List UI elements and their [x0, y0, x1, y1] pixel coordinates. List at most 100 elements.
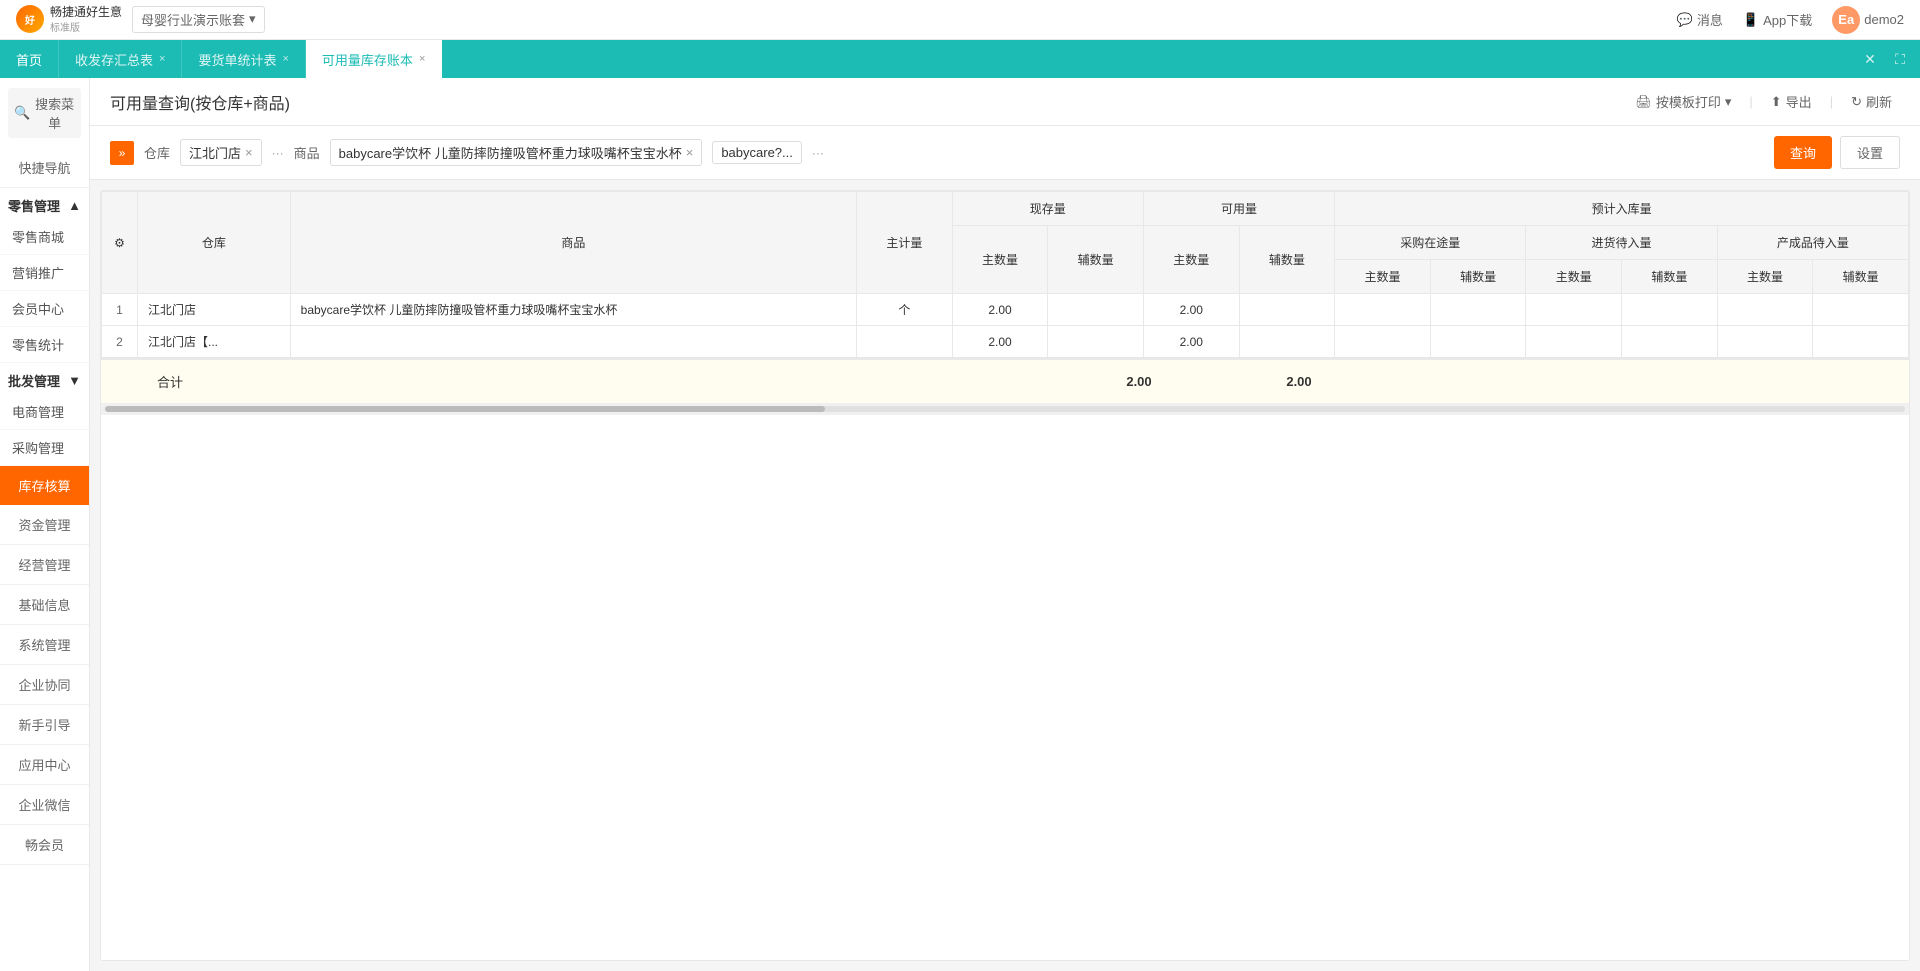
export-icon: ⬆ — [1771, 94, 1782, 110]
product-filter-tag2[interactable]: babycare?... — [712, 141, 802, 164]
row-1-available-main: 2.00 — [1143, 294, 1239, 326]
sidebar-retail-label: 零售管理 — [8, 196, 60, 215]
tab-available-stock-close[interactable]: × — [419, 53, 425, 65]
table-row: 1 江北门店 babycare学饮杯 儿童防摔防撞吸管杯重力球吸嘴杯宝宝水杯 个… — [102, 294, 1909, 326]
purchase-label: 采购管理 — [12, 441, 64, 456]
retail-stats-label: 零售统计 — [12, 338, 64, 353]
basics-label: 基础信息 — [18, 598, 70, 613]
row-1-incoming-aux — [1622, 294, 1718, 326]
warehouse-filter-label: 仓库 — [144, 143, 170, 162]
top-bar-left: 好 畅捷通好生意 标准版 母婴行业演示账套 ▾ — [16, 5, 265, 34]
warehouse-more-icon[interactable]: ··· — [272, 146, 284, 160]
row-2-incoming-main — [1526, 326, 1622, 358]
industry-selector[interactable]: 母婴行业演示账套 ▾ — [132, 6, 265, 33]
footer-finished-main — [1739, 376, 1819, 388]
sidebar-item-marketing[interactable]: 营销推广 — [0, 255, 89, 291]
refresh-icon: ↻ — [1851, 94, 1862, 110]
tab-receive-summary[interactable]: 收发存汇总表 × — [59, 40, 182, 78]
tab-order-stats-close[interactable]: × — [282, 53, 288, 65]
footer-incoming-main — [1579, 376, 1659, 388]
print-chevron-icon: ▾ — [1725, 94, 1732, 110]
sidebar-item-wechat[interactable]: 企业微信 — [0, 785, 89, 825]
sidebar-item-finance[interactable]: 资金管理 — [0, 505, 89, 545]
warehouse-remove-icon[interactable]: × — [245, 145, 253, 160]
retail-mall-label: 零售商城 — [12, 230, 64, 245]
chevron-down-icon: ▼ — [68, 373, 81, 388]
sidebar-item-apps[interactable]: 应用中心 — [0, 745, 89, 785]
row-1-finished-main — [1717, 294, 1813, 326]
sidebar-item-enterprise[interactable]: 企业协同 — [0, 665, 89, 705]
tab-receive-summary-close[interactable]: × — [159, 53, 165, 65]
divider2: | — [1830, 94, 1833, 109]
message-btn[interactable]: 💬 消息 — [1677, 10, 1723, 29]
close-window-icon[interactable]: ✕ — [1858, 47, 1882, 71]
page-header: 可用量查询(按仓库+商品) 🖨 按模板打印 ▾ | ⬆ 导出 | ↻ 刷新 — [90, 78, 1920, 126]
sidebar-item-member[interactable]: 会员中心 — [0, 291, 89, 327]
sidebar-item-guide[interactable]: 新手引导 — [0, 705, 89, 745]
product-tag-value2: babycare?... — [721, 145, 793, 160]
row-2-serial: 2 — [102, 326, 138, 358]
row-2-warehouse: 江北门店【... — [138, 326, 291, 358]
user-area[interactable]: Ea demo2 — [1832, 6, 1904, 34]
fullscreen-icon[interactable]: ⛶ — [1888, 47, 1912, 71]
search-menu-btn[interactable]: 🔍 搜索菜单 — [8, 88, 81, 138]
row-1-incoming-main — [1526, 294, 1622, 326]
system-label: 系统管理 — [18, 638, 70, 653]
row-2-available-aux — [1239, 326, 1335, 358]
query-button[interactable]: 查询 — [1774, 136, 1832, 169]
horizontal-scrollbar[interactable] — [101, 403, 1909, 415]
row-2-finished-aux — [1813, 326, 1909, 358]
logo-text-block: 畅捷通好生意 标准版 — [50, 5, 122, 34]
table-row: 2 江北门店【... 2.00 2.00 — [102, 326, 1909, 358]
wholesale-label: 批发管理 — [8, 371, 60, 390]
export-label: 导出 — [1786, 92, 1812, 111]
setting-button[interactable]: 设置 — [1840, 136, 1900, 169]
sidebar-item-quick-nav[interactable]: 快捷导航 — [0, 148, 89, 188]
th-current-main-qty: 主数量 — [952, 226, 1048, 294]
sidebar-item-basics[interactable]: 基础信息 — [0, 585, 89, 625]
warehouse-filter-tag[interactable]: 江北门店 × — [180, 139, 262, 166]
product-more-icon[interactable]: ··· — [812, 146, 824, 160]
sidebar-item-retail-mall[interactable]: 零售商城 — [0, 219, 89, 255]
footer-available-total: 2.00 — [1259, 368, 1339, 395]
row-1-warehouse: 江北门店 — [138, 294, 291, 326]
th-main-unit: 主计量 — [857, 192, 953, 294]
username: demo2 — [1864, 12, 1904, 27]
tab-order-stats[interactable]: 要货单统计表 × — [182, 40, 305, 78]
apps-label: 应用中心 — [18, 758, 70, 773]
th-incoming-aux: 辅数量 — [1622, 260, 1718, 294]
message-label: 消息 — [1697, 10, 1723, 29]
ecommerce-label: 电商管理 — [12, 405, 64, 420]
th-warehouse: 仓库 — [138, 192, 291, 294]
th-gear[interactable]: ⚙ — [102, 192, 138, 294]
product-tag-value1: babycare学饮杯 儿童防摔防撞吸管杯重力球吸嘴杯宝宝水杯 — [339, 143, 682, 162]
sidebar-item-operations[interactable]: 经营管理 — [0, 545, 89, 585]
expand-filter-btn[interactable]: » — [110, 141, 134, 165]
refresh-btn[interactable]: ↻ 刷新 — [1843, 88, 1900, 115]
row-2-purchase-main — [1335, 326, 1431, 358]
th-incoming: 进货待入量 — [1526, 226, 1717, 260]
footer-finished-aux — [1819, 376, 1899, 388]
app-download-btn[interactable]: 📱 App下载 — [1743, 10, 1812, 29]
product-filter-tag1[interactable]: babycare学饮杯 儿童防摔防撞吸管杯重力球吸嘴杯宝宝水杯 × — [330, 139, 703, 166]
th-current-stock: 现存量 — [952, 192, 1143, 226]
print-btn[interactable]: 🖨 按模板打印 ▾ — [1627, 88, 1739, 115]
sidebar-item-retail-stats[interactable]: 零售统计 — [0, 327, 89, 363]
sidebar-item-system[interactable]: 系统管理 — [0, 625, 89, 665]
sidebar-section-wholesale[interactable]: 批发管理 ▼ — [0, 363, 89, 394]
sidebar-item-inventory[interactable]: 库存核算 — [0, 466, 89, 505]
sidebar-item-ecommerce[interactable]: 电商管理 — [0, 394, 89, 430]
footer-current-total: 2.00 — [1099, 368, 1179, 395]
product1-remove-icon[interactable]: × — [686, 145, 694, 160]
main-layout: 🔍 搜索菜单 快捷导航 零售管理 ▲ 零售商城 营销推广 会员中心 零售统计 批… — [0, 78, 1920, 971]
member-pro-label: 畅会员 — [25, 838, 64, 853]
sidebar-section-retail[interactable]: 零售管理 ▲ — [0, 188, 89, 219]
scroll-thumb[interactable] — [105, 406, 825, 412]
tab-home[interactable]: 首页 — [0, 40, 59, 78]
tab-available-stock[interactable]: 可用量库存账本 × — [306, 40, 442, 78]
row-1-purchase-aux — [1430, 294, 1526, 326]
inventory-label: 库存核算 — [18, 479, 70, 494]
sidebar-item-member-pro[interactable]: 畅会员 — [0, 825, 89, 865]
sidebar-item-purchase[interactable]: 采购管理 — [0, 430, 89, 466]
export-btn[interactable]: ⬆ 导出 — [1763, 88, 1820, 115]
